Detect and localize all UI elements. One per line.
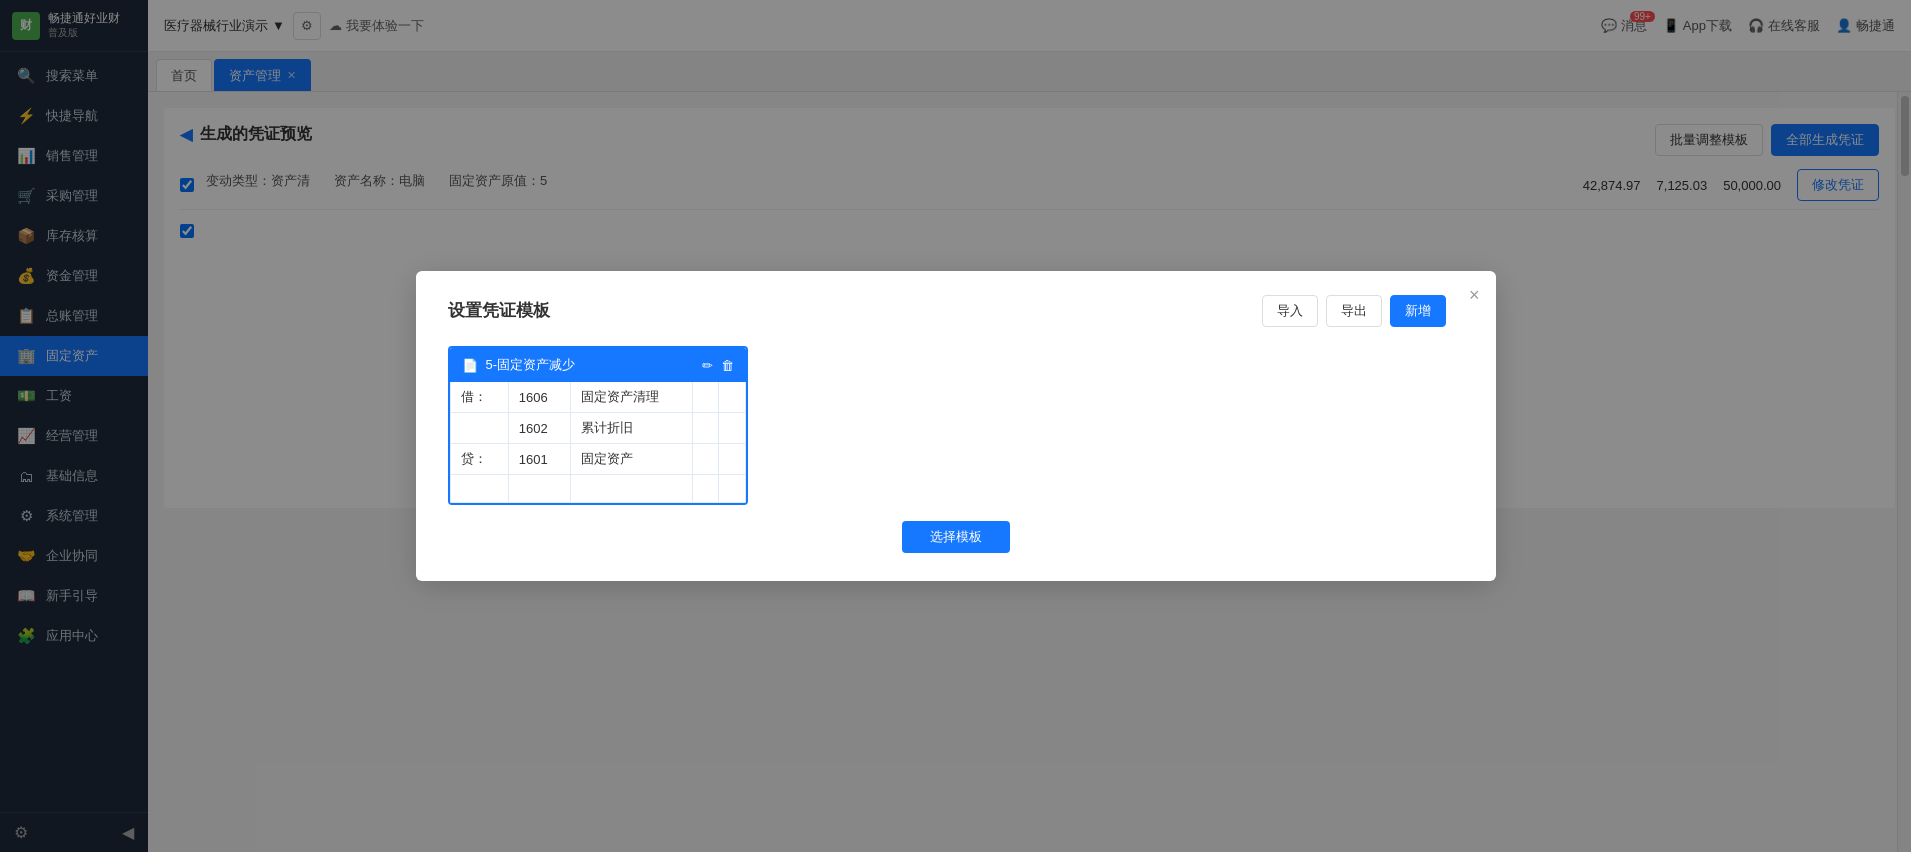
entry-name: 固定资产清理 xyxy=(570,382,693,413)
template-debit-row: 1602累计折旧 xyxy=(450,413,745,444)
modal-close-btn[interactable]: × xyxy=(1469,285,1480,306)
settings-modal: 设置凭证模板 × 导入 导出 新增 📄 5-固定资产减少 ✏ 🗑 借：160 xyxy=(416,271,1496,581)
template-empty-row xyxy=(450,475,745,503)
modal-overlay[interactable]: 设置凭证模板 × 导入 导出 新增 📄 5-固定资产减少 ✏ 🗑 借：160 xyxy=(0,0,1911,852)
template-entries-table: 借：1606固定资产清理1602累计折旧贷：1601固定资产 xyxy=(450,382,746,503)
template-credit-row: 贷：1601固定资产 xyxy=(450,444,745,475)
import-btn[interactable]: 导入 xyxy=(1262,295,1318,327)
template-debit-row: 借：1606固定资产清理 xyxy=(450,382,745,413)
template-card-actions: ✏ 🗑 xyxy=(702,358,734,373)
entry-code: 1606 xyxy=(508,382,570,413)
select-template-btn[interactable]: 选择模板 xyxy=(902,521,1010,553)
entry-prefix: 贷： xyxy=(450,444,508,475)
template-doc-icon: 📄 xyxy=(462,358,478,373)
entry-prefix: 借： xyxy=(450,382,508,413)
template-card-header: 📄 5-固定资产减少 ✏ 🗑 xyxy=(450,348,746,382)
modal-actions: 导入 导出 新增 xyxy=(1262,295,1446,327)
template-edit-icon[interactable]: ✏ xyxy=(702,358,713,373)
entry-name: 固定资产 xyxy=(570,444,693,475)
entry-prefix xyxy=(450,413,508,444)
template-header-left: 📄 5-固定资产减少 xyxy=(462,356,576,374)
template-name: 5-固定资产减少 xyxy=(486,356,576,374)
entry-name: 累计折旧 xyxy=(570,413,693,444)
template-card-body: 借：1606固定资产清理1602累计折旧贷：1601固定资产 xyxy=(450,382,746,503)
entry-code: 1601 xyxy=(508,444,570,475)
export-btn[interactable]: 导出 xyxy=(1326,295,1382,327)
template-card: 📄 5-固定资产减少 ✏ 🗑 借：1606固定资产清理1602累计折旧贷：160… xyxy=(448,346,748,505)
new-btn[interactable]: 新增 xyxy=(1390,295,1446,327)
entry-code: 1602 xyxy=(508,413,570,444)
template-delete-icon[interactable]: 🗑 xyxy=(721,358,734,373)
